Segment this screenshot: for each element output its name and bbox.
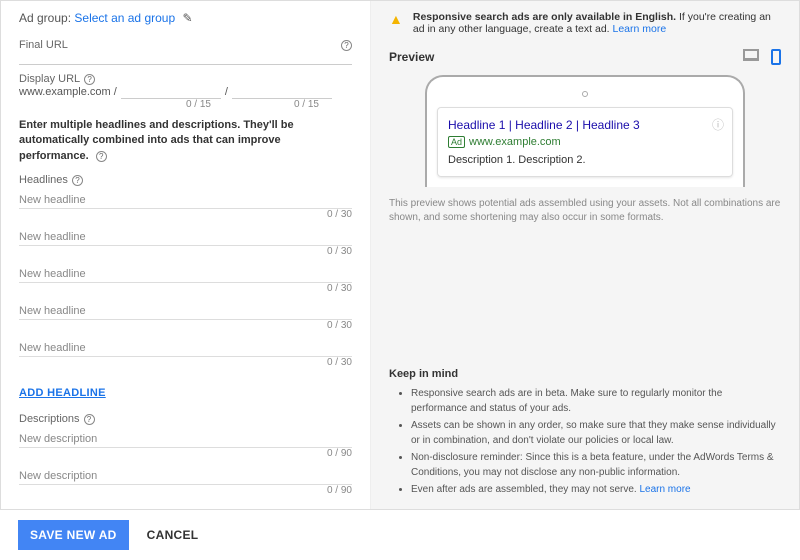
ad-group-row: Ad group: Select an ad group ✎ — [19, 11, 352, 25]
learn-more-link[interactable]: Learn more — [613, 23, 667, 35]
headline-input[interactable]: New headline0 / 30 — [19, 334, 352, 357]
help-icon[interactable]: ? — [72, 175, 83, 186]
display-url-row: www.example.com / / — [19, 85, 352, 99]
add-headline-link[interactable]: ADD HEADLINE — [19, 387, 352, 399]
keep-in-mind-item: Even after ads are assembled, they may n… — [411, 482, 781, 497]
description-input[interactable]: New description0 / 90 — [19, 462, 352, 485]
preview-headlines: Headline 1 | Headline 2 | Headline 3 — [448, 118, 722, 132]
ad-badge: Ad — [448, 136, 465, 148]
cancel-button[interactable]: CANCEL — [147, 528, 199, 542]
final-url-label: Final URL ? — [19, 39, 352, 51]
info-icon[interactable]: ⓘ — [712, 116, 724, 133]
headline-input[interactable]: New headline0 / 30 — [19, 297, 352, 320]
headline-input[interactable]: New headline0 / 30 — [19, 260, 352, 283]
preview-url: www.example.com — [469, 136, 561, 148]
mobile-icon[interactable] — [771, 49, 781, 65]
keep-in-mind: Keep in mind Responsive search ads are i… — [389, 356, 781, 499]
headline-input[interactable]: New headline0 / 30 — [19, 223, 352, 246]
desktop-icon[interactable] — [743, 49, 759, 61]
path-counters: 0 / 15 0 / 15 — [19, 99, 352, 110]
phone-speaker-icon — [582, 91, 588, 97]
keep-in-mind-item: Assets can be shown in any order, so mak… — [411, 418, 781, 448]
help-icon[interactable]: ? — [96, 151, 107, 162]
ad-group-link[interactable]: Select an ad group — [74, 11, 175, 25]
description-input[interactable]: New description0 / 90 — [19, 425, 352, 448]
phone-preview: ⓘ Headline 1 | Headline 2 | Headline 3 A… — [425, 75, 745, 187]
ad-preview-card: ⓘ Headline 1 | Headline 2 | Headline 3 A… — [437, 107, 733, 177]
help-icon[interactable]: ? — [341, 40, 352, 51]
preview-title: Preview — [389, 50, 434, 64]
pencil-icon[interactable]: ✎ — [182, 11, 192, 25]
hint-text: Enter multiple headlines and description… — [19, 118, 352, 164]
help-icon[interactable]: ? — [84, 74, 95, 85]
path2-input[interactable] — [232, 85, 332, 99]
display-url-label: Display URL ? — [19, 73, 352, 85]
form-panel: Ad group: Select an ad group ✎ Final URL… — [1, 1, 371, 509]
path1-input[interactable] — [121, 85, 221, 99]
keep-in-mind-item: Responsive search ads are in beta. Make … — [411, 386, 781, 416]
ad-group-label: Ad group: — [19, 11, 71, 25]
warning-icon: ▲ — [389, 11, 403, 35]
warning-banner: ▲ Responsive search ads are only availab… — [389, 11, 781, 35]
help-icon[interactable]: ? — [84, 414, 95, 425]
learn-more-link[interactable]: Learn more — [639, 484, 690, 495]
descriptions-label: Descriptions ? — [19, 413, 352, 425]
footer-bar: SAVE NEW AD CANCEL — [0, 510, 800, 560]
keep-in-mind-item: Non-disclosure reminder: Since this is a… — [411, 450, 781, 480]
save-button[interactable]: SAVE NEW AD — [18, 520, 129, 550]
final-url-input[interactable] — [19, 51, 352, 65]
preview-description: Description 1. Description 2. — [448, 154, 722, 166]
preview-note: This preview shows potential ads assembl… — [389, 197, 781, 225]
preview-panel: ▲ Responsive search ads are only availab… — [371, 1, 799, 509]
headlines-label: Headlines ? — [19, 174, 352, 186]
headline-input[interactable]: New headline0 / 30 — [19, 186, 352, 209]
